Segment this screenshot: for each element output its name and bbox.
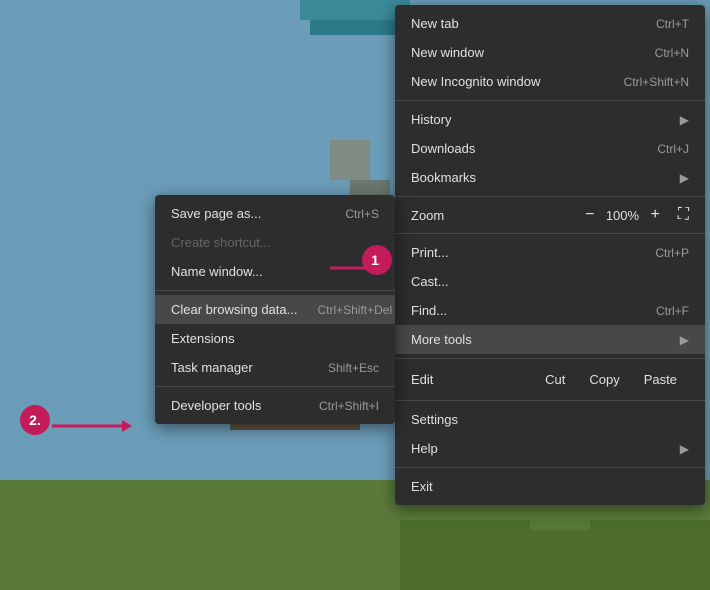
arrow-2 [52, 416, 132, 441]
menu-item-bookmarks[interactable]: Bookmarks ▶ [395, 163, 705, 192]
history-label: History [411, 112, 451, 127]
bookmarks-label: Bookmarks [411, 170, 476, 185]
bookmarks-arrow-icon: ▶ [680, 171, 689, 185]
new-tab-label: New tab [411, 16, 459, 31]
zoom-value: 100% [602, 208, 642, 223]
clear-browsing-shortcut: Ctrl+Shift+Del [317, 303, 392, 317]
find-shortcut: Ctrl+F [656, 304, 689, 318]
separator-3 [395, 233, 705, 234]
menu-item-new-tab[interactable]: New tab Ctrl+T [395, 9, 705, 38]
zoom-plus-button[interactable]: + [642, 206, 667, 224]
separator-5 [395, 400, 705, 401]
separator-2 [395, 196, 705, 197]
create-shortcut-label: Create shortcut... [171, 235, 271, 250]
edit-row: Edit Cut Copy Paste [395, 363, 705, 396]
new-tab-shortcut: Ctrl+T [656, 17, 689, 31]
developer-tools-label: Developer tools [171, 398, 261, 413]
copy-button[interactable]: Copy [577, 368, 631, 391]
downloads-label: Downloads [411, 141, 475, 156]
find-label: Find... [411, 303, 447, 318]
separator-4 [395, 358, 705, 359]
developer-tools-shortcut: Ctrl+Shift+I [319, 399, 379, 413]
print-label: Print... [411, 245, 449, 260]
settings-label: Settings [411, 412, 458, 427]
incognito-label: New Incognito window [411, 74, 540, 89]
menu-item-incognito[interactable]: New Incognito window Ctrl+Shift+N [395, 67, 705, 96]
menu-item-cast[interactable]: Cast... [395, 267, 705, 296]
menu-item-exit[interactable]: Exit [395, 472, 705, 501]
cut-button[interactable]: Cut [533, 368, 577, 391]
menu-item-history[interactable]: History ▶ [395, 105, 705, 134]
menu-item-task-manager[interactable]: Task manager Shift+Esc [155, 353, 395, 382]
menu-item-clear-browsing[interactable]: Clear browsing data... Ctrl+Shift+Del [155, 295, 395, 324]
menu-item-downloads[interactable]: Downloads Ctrl+J [395, 134, 705, 163]
zoom-label: Zoom [411, 208, 577, 223]
menu-item-print[interactable]: Print... Ctrl+P [395, 238, 705, 267]
help-label: Help [411, 441, 438, 456]
menu-item-create-shortcut: Create shortcut... [155, 228, 395, 257]
more-tools-label: More tools [411, 332, 472, 347]
zoom-row: Zoom − 100% + ⛶ [395, 201, 705, 229]
exit-label: Exit [411, 479, 433, 494]
submenu-separator-2 [155, 386, 395, 387]
paste-button[interactable]: Paste [632, 368, 689, 391]
cast-label: Cast... [411, 274, 449, 289]
submenu-separator-1 [155, 290, 395, 291]
help-arrow-icon: ▶ [680, 442, 689, 456]
fullscreen-icon[interactable]: ⛶ [678, 206, 689, 224]
menu-item-more-tools[interactable]: More tools ▶ [395, 325, 705, 354]
save-page-label: Save page as... [171, 206, 261, 221]
separator-6 [395, 467, 705, 468]
menu-item-new-window[interactable]: New window Ctrl+N [395, 38, 705, 67]
step-2-label: 2. [29, 412, 41, 428]
step-2-indicator: 2. [20, 405, 50, 435]
history-arrow-icon: ▶ [680, 113, 689, 127]
menu-item-extensions[interactable]: Extensions [155, 324, 395, 353]
task-manager-shortcut: Shift+Esc [328, 361, 379, 375]
clear-browsing-label: Clear browsing data... [171, 302, 297, 317]
more-tools-arrow-icon: ▶ [680, 333, 689, 347]
chrome-context-menu: New tab Ctrl+T New window Ctrl+N New Inc… [395, 5, 705, 505]
separator-1 [395, 100, 705, 101]
more-tools-submenu: Save page as... Ctrl+S Create shortcut..… [155, 195, 395, 424]
downloads-shortcut: Ctrl+J [657, 142, 689, 156]
menu-item-find[interactable]: Find... Ctrl+F [395, 296, 705, 325]
arrow-1 [330, 258, 390, 283]
menu-item-developer-tools[interactable]: Developer tools Ctrl+Shift+I [155, 391, 395, 420]
task-manager-label: Task manager [171, 360, 253, 375]
print-shortcut: Ctrl+P [655, 246, 689, 260]
menu-item-save-page[interactable]: Save page as... Ctrl+S [155, 199, 395, 228]
save-page-shortcut: Ctrl+S [345, 207, 379, 221]
new-window-shortcut: Ctrl+N [655, 46, 689, 60]
edit-label: Edit [411, 372, 533, 387]
zoom-minus-button[interactable]: − [577, 206, 602, 224]
menu-item-settings[interactable]: Settings [395, 405, 705, 434]
new-window-label: New window [411, 45, 484, 60]
menu-item-help[interactable]: Help ▶ [395, 434, 705, 463]
name-window-label: Name window... [171, 264, 263, 279]
extensions-label: Extensions [171, 331, 235, 346]
incognito-shortcut: Ctrl+Shift+N [624, 75, 689, 89]
